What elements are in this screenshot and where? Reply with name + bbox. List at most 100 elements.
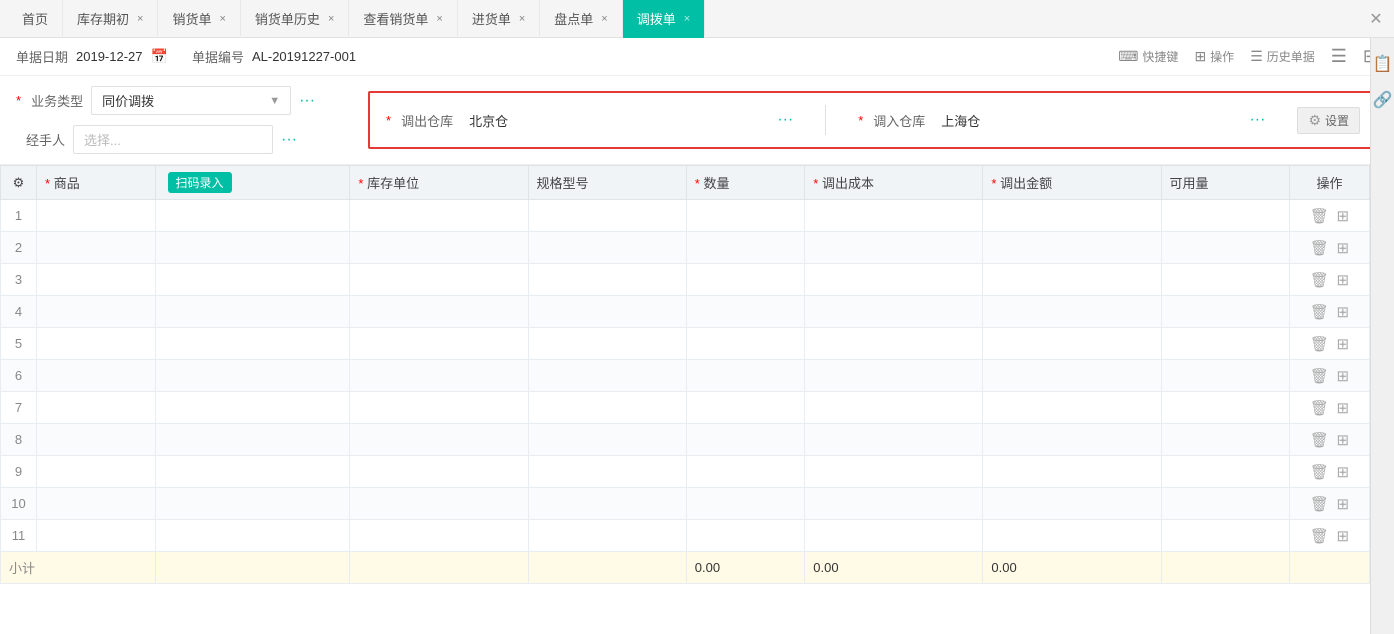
tab-purchase-close[interactable]: × (519, 13, 525, 25)
row-unit-9[interactable] (350, 456, 528, 488)
row-amount-11[interactable] (983, 520, 1161, 552)
row-qty-7[interactable] (686, 392, 805, 424)
row-cost-2[interactable] (805, 232, 983, 264)
out-warehouse-more-button[interactable]: ··· (777, 111, 793, 129)
in-warehouse-more-button[interactable]: ··· (1249, 111, 1265, 129)
row-spec-9[interactable] (528, 456, 686, 488)
copy-icon-5[interactable]: ⊞ (1337, 336, 1350, 353)
row-unit-10[interactable] (350, 488, 528, 520)
delete-icon-10[interactable]: 🗑 (1310, 496, 1329, 513)
copy-icon-7[interactable]: ⊞ (1337, 400, 1350, 417)
row-spec-4[interactable] (528, 296, 686, 328)
row-cost-10[interactable] (805, 488, 983, 520)
operations-button[interactable]: ⊞ 操作 (1194, 48, 1234, 65)
window-close-button[interactable]: ✕ (1366, 9, 1386, 29)
copy-icon-8[interactable]: ⊞ (1337, 432, 1350, 449)
row-unit-1[interactable] (350, 200, 528, 232)
row-cost-7[interactable] (805, 392, 983, 424)
row-goods-2[interactable] (37, 232, 156, 264)
row-goods-4[interactable] (37, 296, 156, 328)
delete-icon-5[interactable]: 🗑 (1310, 336, 1329, 353)
row-amount-5[interactable] (983, 328, 1161, 360)
row-cost-11[interactable] (805, 520, 983, 552)
row-goods-7[interactable] (37, 392, 156, 424)
copy-icon-9[interactable]: ⊞ (1337, 464, 1350, 481)
row-cost-4[interactable] (805, 296, 983, 328)
row-qty-3[interactable] (686, 264, 805, 296)
row-qty-1[interactable] (686, 200, 805, 232)
tab-stocktake[interactable]: 盘点单 × (540, 0, 622, 38)
row-spec-1[interactable] (528, 200, 686, 232)
row-goods-9[interactable] (37, 456, 156, 488)
row-amount-3[interactable] (983, 264, 1161, 296)
row-goods-3[interactable] (37, 264, 156, 296)
row-spec-10[interactable] (528, 488, 686, 520)
row-qty-5[interactable] (686, 328, 805, 360)
doc-date-value[interactable]: 2019-12-27 (76, 49, 143, 64)
col-gear[interactable]: ⚙ (1, 166, 37, 200)
copy-icon-3[interactable]: ⊞ (1337, 272, 1350, 289)
row-amount-2[interactable] (983, 232, 1161, 264)
delete-icon-1[interactable]: 🗑 (1310, 208, 1329, 225)
delete-icon-11[interactable]: 🗑 (1310, 528, 1329, 545)
row-spec-11[interactable] (528, 520, 686, 552)
delete-icon-3[interactable]: 🗑 (1310, 272, 1329, 289)
row-unit-8[interactable] (350, 424, 528, 456)
tab-inventory-init[interactable]: 库存期初 × (63, 0, 158, 38)
row-amount-4[interactable] (983, 296, 1161, 328)
tab-sales-history[interactable]: 销货单历史 × (241, 0, 349, 38)
row-qty-10[interactable] (686, 488, 805, 520)
sidebar-link-icon[interactable]: 🔗 (1373, 90, 1393, 110)
row-goods-11[interactable] (37, 520, 156, 552)
copy-icon-1[interactable]: ⊞ (1337, 208, 1350, 225)
row-unit-4[interactable] (350, 296, 528, 328)
delete-icon-8[interactable]: 🗑 (1310, 432, 1329, 449)
row-amount-1[interactable] (983, 200, 1161, 232)
row-qty-8[interactable] (686, 424, 805, 456)
tab-transfer[interactable]: 调拨单 × (623, 0, 705, 38)
handler-select[interactable]: 选择... (73, 125, 273, 154)
row-unit-3[interactable] (350, 264, 528, 296)
biz-type-select[interactable]: 同价调拨 ▼ (91, 86, 291, 115)
handler-more-button[interactable]: ··· (281, 131, 297, 149)
row-qty-6[interactable] (686, 360, 805, 392)
row-qty-9[interactable] (686, 456, 805, 488)
copy-icon-10[interactable]: ⊞ (1337, 496, 1350, 513)
row-spec-2[interactable] (528, 232, 686, 264)
row-unit-5[interactable] (350, 328, 528, 360)
tab-home[interactable]: 首页 (8, 0, 63, 38)
row-unit-7[interactable] (350, 392, 528, 424)
delete-icon-7[interactable]: 🗑 (1310, 400, 1329, 417)
row-goods-1[interactable] (37, 200, 156, 232)
row-amount-10[interactable] (983, 488, 1161, 520)
row-amount-7[interactable] (983, 392, 1161, 424)
tab-sales-history-close[interactable]: × (328, 13, 334, 25)
row-goods-6[interactable] (37, 360, 156, 392)
row-spec-7[interactable] (528, 392, 686, 424)
setting-button[interactable]: ⚙ 设置 (1297, 107, 1360, 134)
row-amount-8[interactable] (983, 424, 1161, 456)
history-button[interactable]: ☰ 历史单据 (1250, 48, 1315, 65)
delete-icon-2[interactable]: 🗑 (1310, 240, 1329, 257)
tab-view-sales[interactable]: 查看销货单 × (349, 0, 457, 38)
row-cost-8[interactable] (805, 424, 983, 456)
tab-purchase[interactable]: 进货单 × (458, 0, 540, 38)
row-qty-2[interactable] (686, 232, 805, 264)
sidebar-document-icon[interactable]: 📋 (1373, 54, 1393, 74)
calendar-icon[interactable]: 📅 (151, 48, 168, 65)
row-spec-8[interactable] (528, 424, 686, 456)
row-qty-4[interactable] (686, 296, 805, 328)
delete-icon-4[interactable]: 🗑 (1310, 304, 1329, 321)
row-spec-6[interactable] (528, 360, 686, 392)
tab-stocktake-close[interactable]: × (601, 13, 607, 25)
row-cost-9[interactable] (805, 456, 983, 488)
tab-transfer-close[interactable]: × (684, 13, 690, 25)
tab-view-sales-close[interactable]: × (436, 13, 442, 25)
row-goods-8[interactable] (37, 424, 156, 456)
delete-icon-6[interactable]: 🗑 (1310, 368, 1329, 385)
row-goods-10[interactable] (37, 488, 156, 520)
delete-icon-9[interactable]: 🗑 (1310, 464, 1329, 481)
row-goods-5[interactable] (37, 328, 156, 360)
copy-icon-6[interactable]: ⊞ (1337, 368, 1350, 385)
out-warehouse-value[interactable]: 北京仓 (469, 111, 508, 130)
